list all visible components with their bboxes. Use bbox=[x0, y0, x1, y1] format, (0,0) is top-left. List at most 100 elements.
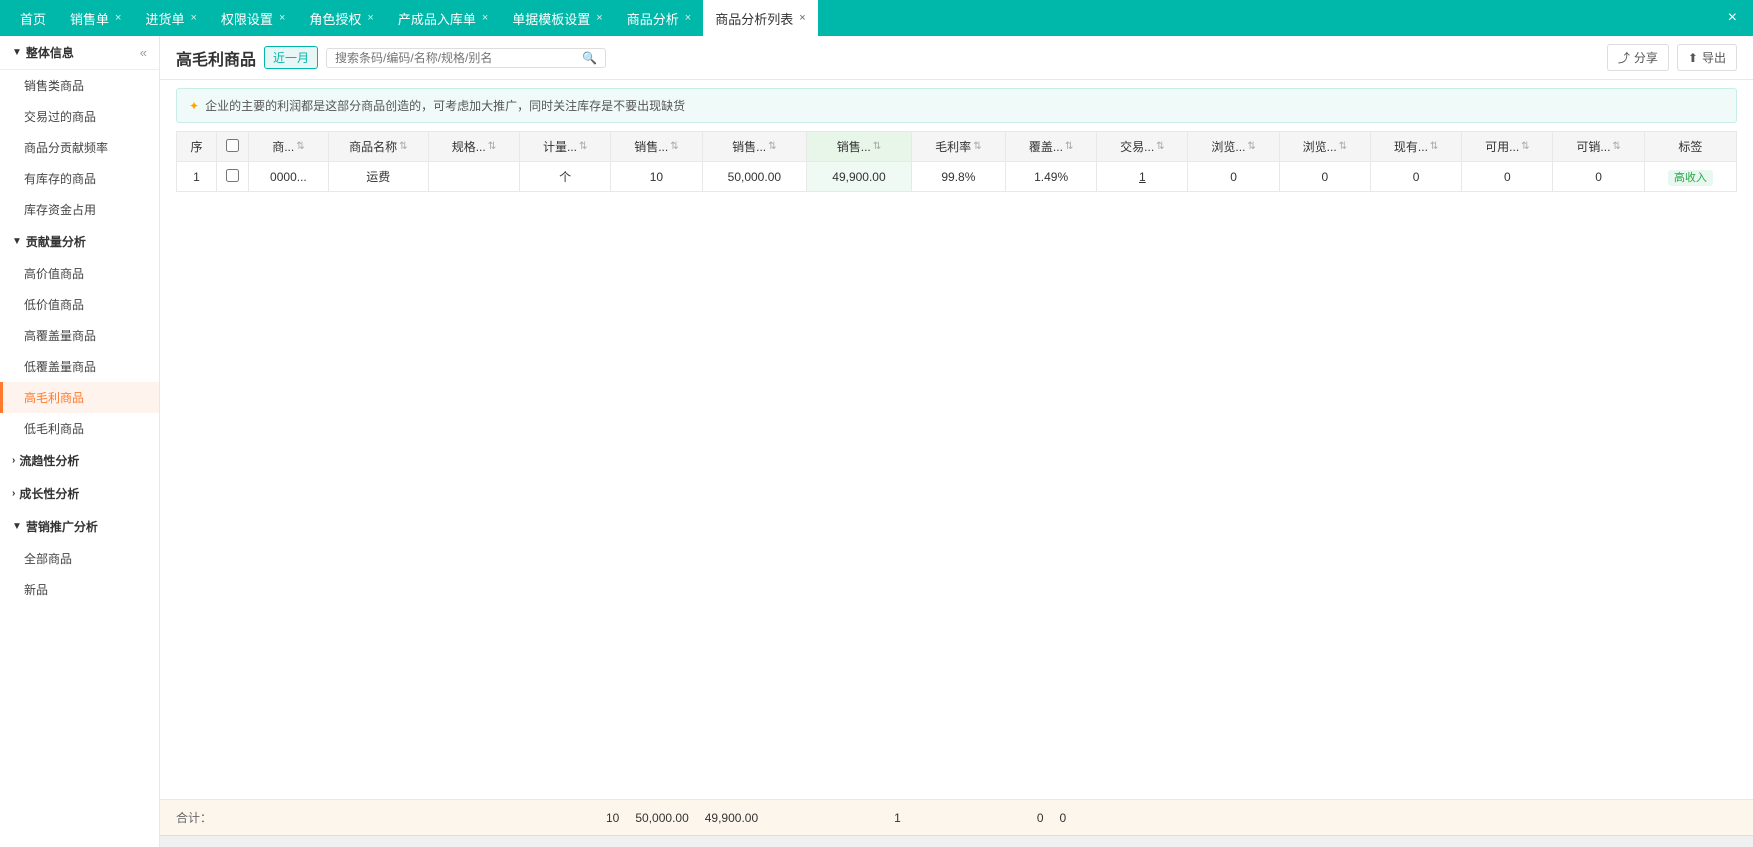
window-close-button[interactable]: × bbox=[1720, 9, 1745, 27]
col-header-gross-rate[interactable]: 毛利率 ⇅ bbox=[911, 132, 1005, 162]
row-checkbox[interactable] bbox=[226, 169, 239, 182]
cell-spec bbox=[428, 162, 519, 192]
col-header-transactions[interactable]: 交易... ⇅ bbox=[1097, 132, 1188, 162]
sort-icon-sales-qty: ⇅ bbox=[670, 141, 678, 152]
nav-item-template[interactable]: 单据模板设置 × bbox=[500, 0, 614, 36]
page-title: 高毛利商品 bbox=[176, 46, 256, 70]
col-transactions-label: 交易... bbox=[1120, 138, 1154, 155]
col-header-sellable-stock[interactable]: 可销... ⇅ bbox=[1553, 132, 1644, 162]
col-sales-qty-label: 销售... bbox=[634, 138, 668, 155]
nav-item-purchase[interactable]: 进货单 × bbox=[133, 0, 208, 36]
sidebar-item-all-goods[interactable]: 全部商品 bbox=[0, 543, 159, 574]
sidebar-group-marketing[interactable]: ▼ 营销推广分析 bbox=[0, 510, 159, 543]
nav-close-permission[interactable]: × bbox=[279, 12, 285, 24]
sidebar-item-low-margin[interactable]: 低毛利商品 bbox=[0, 413, 159, 444]
col-header-index: 序 bbox=[177, 132, 217, 162]
sidebar-item-high-value[interactable]: 高价值商品 bbox=[0, 258, 159, 289]
period-button-month[interactable]: 近一月 bbox=[264, 46, 318, 69]
sidebar-item-low-coverage[interactable]: 低覆盖量商品 bbox=[0, 351, 159, 382]
nav-item-home[interactable]: 首页 bbox=[8, 0, 58, 36]
nav-close-template[interactable]: × bbox=[596, 12, 602, 24]
sidebar-group-trend[interactable]: › 流趋性分析 bbox=[0, 444, 159, 477]
col-gross-rate-label: 毛利率 bbox=[935, 138, 971, 155]
sidebar-item-traded-goods[interactable]: 交易过的商品 bbox=[0, 101, 159, 132]
nav-item-analysis[interactable]: 商品分析 × bbox=[615, 0, 703, 36]
col-header-available-stock[interactable]: 可用... ⇅ bbox=[1462, 132, 1553, 162]
nav-close-purchase[interactable]: × bbox=[190, 12, 196, 24]
share-label: 分享 bbox=[1634, 49, 1658, 66]
col-header-coverage[interactable]: 覆盖... ⇅ bbox=[1005, 132, 1096, 162]
content-area: 高毛利商品 近一月 🔍 ⤴ 分享 ⬆ 导出 ✦ 企业的主要的利润都是这部分商品创… bbox=[160, 36, 1753, 847]
arrow-icon-overall: ▼ bbox=[12, 47, 22, 58]
sidebar-item-high-margin[interactable]: 高毛利商品 bbox=[0, 382, 159, 413]
transactions-link[interactable]: 1 bbox=[1139, 170, 1146, 184]
nav-item-role[interactable]: 角色授权 × bbox=[297, 0, 385, 36]
horizontal-scrollbar[interactable] bbox=[160, 835, 1753, 847]
sidebar-group-overall[interactable]: ▼ 整体信息 bbox=[8, 40, 78, 65]
sidebar-item-stock-capital[interactable]: 库存资金占用 bbox=[0, 194, 159, 225]
sort-icon-coverage: ⇅ bbox=[1065, 141, 1073, 152]
export-label: 导出 bbox=[1702, 49, 1726, 66]
nav-item-sales[interactable]: 销售单 × bbox=[58, 0, 133, 36]
sort-icon-available-stock: ⇅ bbox=[1521, 141, 1529, 152]
nav-label-role: 角色授权 bbox=[309, 9, 361, 28]
col-header-current-stock[interactable]: 现有... ⇅ bbox=[1370, 132, 1461, 162]
sidebar-item-low-value[interactable]: 低价值商品 bbox=[0, 289, 159, 320]
share-icon: ⤴ bbox=[1618, 49, 1630, 66]
col-header-sales-profit[interactable]: 销售... ⇅ bbox=[807, 132, 912, 162]
search-input[interactable] bbox=[335, 51, 582, 65]
nav-close-sales[interactable]: × bbox=[115, 12, 121, 24]
nav-item-permission[interactable]: 权限设置 × bbox=[209, 0, 297, 36]
col-header-browse2[interactable]: 浏览... ⇅ bbox=[1279, 132, 1370, 162]
data-table: 序 商... ⇅ 商品名称 bbox=[176, 131, 1737, 192]
cell-gross-rate: 99.8% bbox=[911, 162, 1005, 192]
search-box: 🔍 bbox=[326, 48, 606, 68]
col-header-checkbox[interactable] bbox=[217, 132, 249, 162]
sort-icon-sellable-stock: ⇅ bbox=[1612, 141, 1620, 152]
table-row: 1 0000... 运费 个 10 50,000.00 49,900.00 99… bbox=[177, 162, 1737, 192]
nav-close-analysis-list[interactable]: × bbox=[799, 12, 805, 24]
nav-close-analysis[interactable]: × bbox=[685, 12, 691, 24]
sidebar-item-contribution-rate[interactable]: 商品分贡献频率 bbox=[0, 132, 159, 163]
col-header-spec[interactable]: 规格... ⇅ bbox=[428, 132, 519, 162]
sidebar-item-high-coverage[interactable]: 高覆盖量商品 bbox=[0, 320, 159, 351]
arrow-icon-contribution: ▼ bbox=[12, 236, 22, 247]
cell-sales-profit: 49,900.00 bbox=[807, 162, 912, 192]
col-header-browse1[interactable]: 浏览... ⇅ bbox=[1188, 132, 1279, 162]
cell-tag: 高收入 bbox=[1644, 162, 1736, 192]
sidebar-group-growth[interactable]: › 成长性分析 bbox=[0, 477, 159, 510]
col-header-unit[interactable]: 计量... ⇅ bbox=[520, 132, 611, 162]
col-header-sales-qty[interactable]: 销售... ⇅ bbox=[611, 132, 702, 162]
nav-label-purchase: 进货单 bbox=[145, 9, 184, 28]
sort-icon-spec: ⇅ bbox=[488, 141, 496, 152]
col-name-label: 商品名称 bbox=[349, 138, 397, 155]
sidebar-group-marketing-label: 营销推广分析 bbox=[26, 518, 98, 535]
nav-item-analysis-list[interactable]: 商品分析列表 × bbox=[703, 0, 817, 36]
cell-coverage: 1.49% bbox=[1005, 162, 1096, 192]
search-icon[interactable]: 🔍 bbox=[582, 51, 597, 65]
sort-icon-name: ⇅ bbox=[399, 141, 407, 152]
sidebar-item-sales-goods[interactable]: 销售类商品 bbox=[0, 70, 159, 101]
nav-item-warehouse[interactable]: 产成品入库单 × bbox=[386, 0, 500, 36]
arrow-icon-marketing: ▼ bbox=[12, 521, 22, 532]
nav-close-warehouse[interactable]: × bbox=[482, 12, 488, 24]
sidebar-group-trend-label: 流趋性分析 bbox=[19, 452, 79, 469]
col-header-sales-amount[interactable]: 销售... ⇅ bbox=[702, 132, 807, 162]
export-icon: ⬆ bbox=[1688, 51, 1698, 65]
share-button[interactable]: ⤴ 分享 bbox=[1607, 44, 1669, 71]
sidebar-group-contribution[interactable]: ▼ 贡献量分析 bbox=[0, 225, 159, 258]
nav-close-role[interactable]: × bbox=[367, 12, 373, 24]
col-coverage-label: 覆盖... bbox=[1029, 138, 1063, 155]
cell-sales-amount: 50,000.00 bbox=[702, 162, 807, 192]
col-header-code[interactable]: 商... ⇅ bbox=[249, 132, 329, 162]
tag-badge: 高收入 bbox=[1668, 170, 1713, 186]
sidebar-item-new-goods[interactable]: 新品 bbox=[0, 574, 159, 605]
export-button[interactable]: ⬆ 导出 bbox=[1677, 44, 1737, 71]
cell-sales-qty: 10 bbox=[611, 162, 702, 192]
select-all-checkbox[interactable] bbox=[226, 139, 239, 152]
sidebar-collapse-button[interactable]: « bbox=[136, 43, 151, 62]
col-header-name[interactable]: 商品名称 ⇅ bbox=[328, 132, 428, 162]
col-spec-label: 规格... bbox=[452, 138, 486, 155]
sidebar-item-stocked-goods[interactable]: 有库存的商品 bbox=[0, 163, 159, 194]
cell-checkbox[interactable] bbox=[217, 162, 249, 192]
